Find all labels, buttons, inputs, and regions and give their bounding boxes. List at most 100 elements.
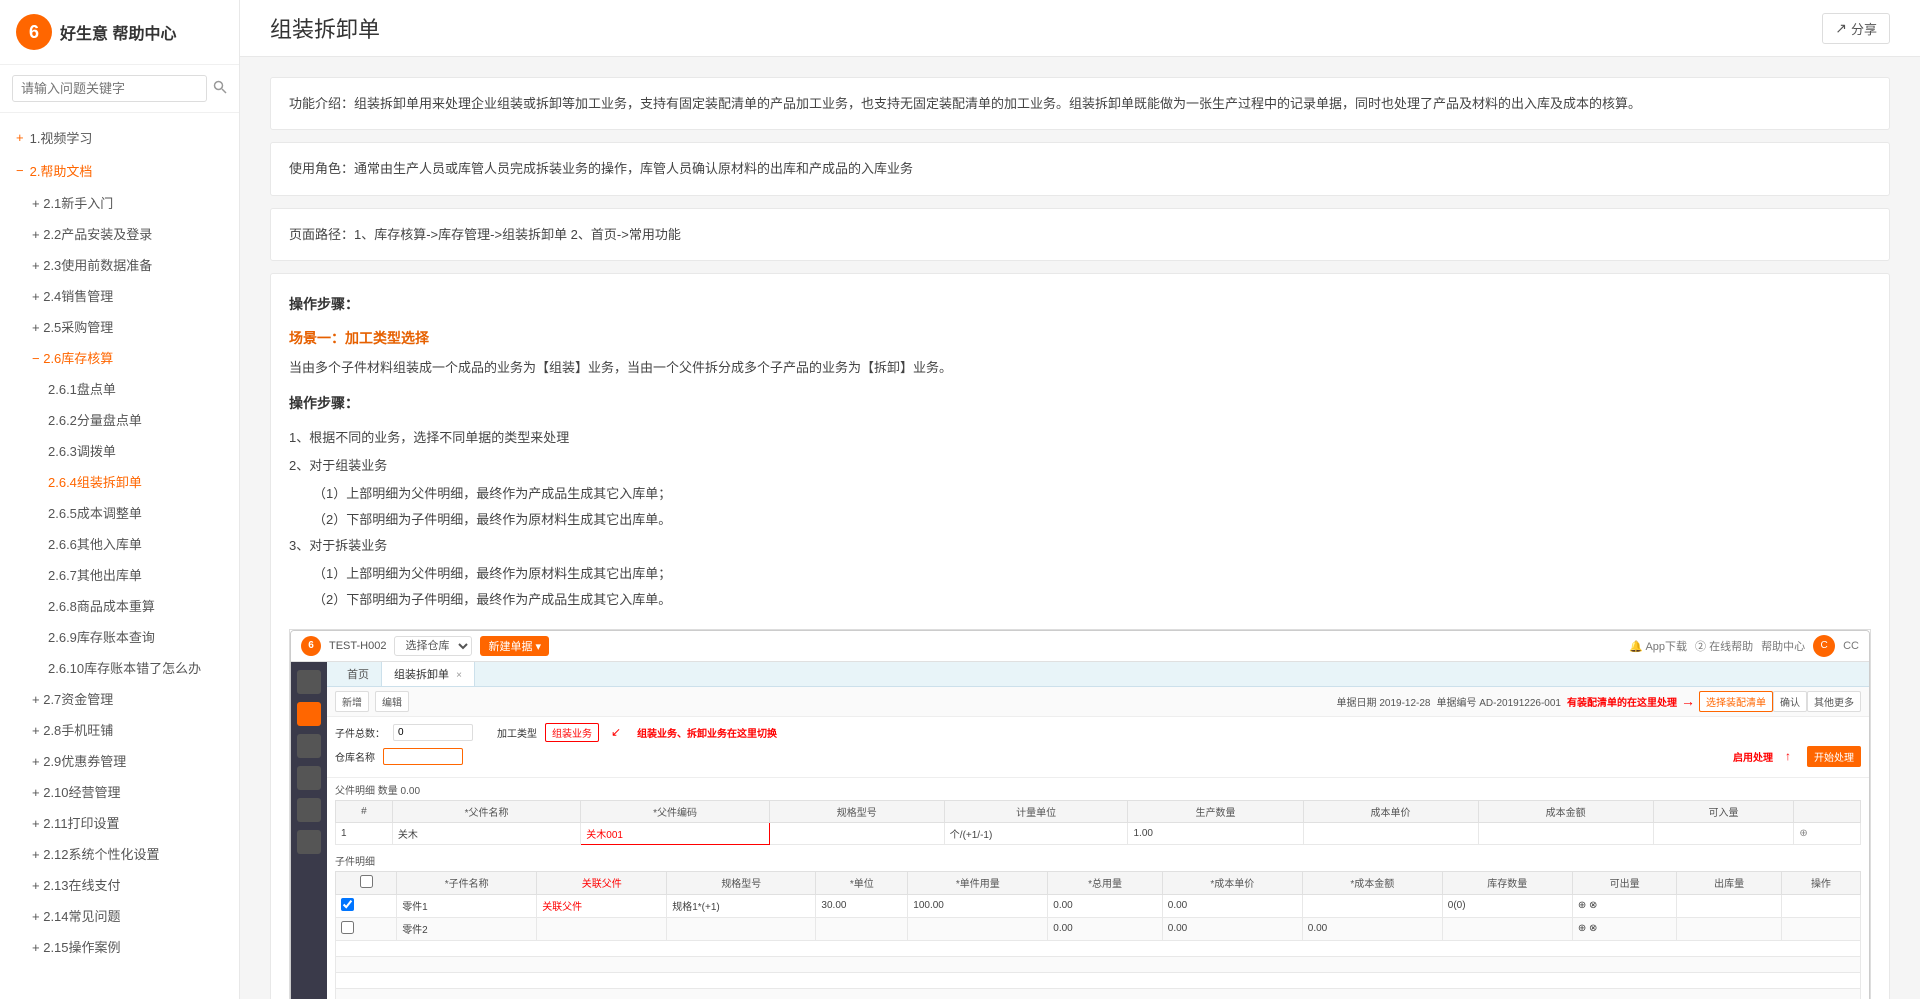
share-button[interactable]: ↗ 分享 — [1822, 13, 1890, 44]
sidebar-item-print[interactable]: + 2.11打印设置 — [0, 807, 239, 838]
erp-lower-out1 — [1677, 894, 1782, 917]
erp-upper-cell-spec — [769, 822, 944, 844]
erp-left-nav — [291, 662, 327, 999]
erp-col-goods: *父件名称 — [392, 800, 580, 822]
erp-lower-check2-input[interactable] — [341, 921, 354, 934]
erp-count-input[interactable] — [393, 724, 473, 741]
sidebar-item-online-pay[interactable]: + 2.13在线支付 — [0, 869, 239, 900]
sidebar-item-case[interactable]: + 2.15操作案例 — [0, 931, 239, 962]
erp-center-label: 帮助中心 — [1761, 638, 1805, 654]
sidebar-item-install[interactable]: + 2.2产品安装及登录 — [0, 218, 239, 249]
role-block: 使用角色：通常由生产人员或库管人员完成拆装业务的操作，库管人员确认原材料的出库和… — [270, 142, 1890, 195]
sidebar-item-stock-query[interactable]: 2.6.9库存账本查询 — [0, 621, 239, 652]
erp-annotation3: 启用处理 — [1733, 749, 1773, 764]
sidebar: 6 好生意 帮助中心 + 1.视频学习 − 2.帮助文档 + 2.1新手入门 — [0, 0, 240, 999]
erp-col-count-unit: 计量单位 — [944, 800, 1128, 822]
prefix-data-prep: + — [32, 258, 43, 273]
prefix-online-pay: + — [32, 878, 43, 893]
erp-lower-row3 — [336, 940, 1861, 956]
erp-new-btn[interactable]: 新建单据 ▾ — [480, 636, 549, 656]
erp-tab-assembly[interactable]: 组装拆卸单 × — [382, 662, 475, 686]
content-body: 操作步骤： 场景一：加工类型选择 当由多个子件材料组装成一个成品的业务为【组装】… — [270, 273, 1890, 999]
sidebar-item-coupon[interactable]: + 2.9优惠券管理 — [0, 745, 239, 776]
erp-lower-row5 — [336, 972, 1861, 988]
sidebar-item-faq[interactable]: + 2.14常见问题 — [0, 900, 239, 931]
erp-nav-icon-5[interactable] — [297, 798, 321, 822]
erp-nav-icon-3[interactable] — [297, 734, 321, 758]
erp-upper-cell-code: 关木001 — [581, 822, 769, 844]
erp-lower-amount1 — [1302, 894, 1442, 917]
share-icon: ↗ — [1835, 20, 1847, 37]
steps-label: 操作步骤： — [289, 393, 1871, 413]
sidebar-item-data-prep[interactable]: + 2.3使用前数据准备 — [0, 249, 239, 280]
erp-upper-cell-total — [1478, 822, 1653, 844]
erp-nav-icon-2[interactable] — [297, 702, 321, 726]
sidebar-item-sales[interactable]: + 2.4销售管理 — [0, 280, 239, 311]
erp-tab-close[interactable]: × — [456, 670, 462, 681]
erp-btn-more[interactable]: 其他更多 — [1807, 691, 1861, 712]
sidebar-item-mobile[interactable]: + 2.8手机旺铺 — [0, 714, 239, 745]
erp-lower-check1-input[interactable] — [341, 898, 354, 911]
sidebar-item-new-user[interactable]: + 2.1新手入门 — [0, 187, 239, 218]
step1: 1、根据不同的业务，选择不同单据的类型来处理 — [289, 425, 1871, 451]
erp-lower-qty1: 100.00 — [908, 894, 1048, 917]
sidebar-item-stock-error[interactable]: 2.6.10库存账本错了怎么办 — [0, 652, 239, 683]
erp-lower-check-all[interactable] — [360, 875, 373, 888]
sidebar-item-cost-recalc[interactable]: 2.6.8商品成本重算 — [0, 590, 239, 621]
erp-date-label: 单据日期 2019-12-28 — [1337, 694, 1431, 709]
search-input[interactable] — [12, 75, 207, 102]
erp-lower-total2: 0.00 — [1048, 917, 1163, 940]
erp-selector[interactable]: 选择仓库 — [394, 636, 472, 656]
erp-nav-icon-6[interactable] — [297, 830, 321, 854]
erp-upper-cell-avail — [1653, 822, 1794, 844]
erp-form-row2: 仓库名称 启用处理 ↑ 开始处理 — [335, 746, 1861, 767]
intro-text: 功能介绍：组装拆卸单用来处理企业组装或拆卸等加工业务，支持有固定装配清单的产品加… — [289, 96, 1641, 111]
erp-nav-icon-4[interactable] — [297, 766, 321, 790]
sidebar-item-ops[interactable]: + 2.10经营管理 — [0, 776, 239, 807]
sidebar-item-docs[interactable]: − 2.帮助文档 — [0, 154, 239, 187]
sidebar-item-cost-adj[interactable]: 2.6.5成本调整单 — [0, 497, 239, 528]
erp-btn-edit[interactable]: 编辑 — [375, 691, 409, 712]
sidebar-item-split-stocktake[interactable]: 2.6.2分量盘点单 — [0, 404, 239, 435]
erp-upper-cell-op[interactable]: ⊕ — [1794, 822, 1861, 844]
sidebar-item-other-in[interactable]: 2.6.6其他入库单 — [0, 528, 239, 559]
logo-icon: 6 — [16, 14, 52, 50]
prefix-personalize: + — [32, 847, 43, 862]
erp-tab-bar: 首页 组装拆卸单 × — [327, 662, 1869, 687]
erp-tab-home[interactable]: 首页 — [335, 662, 382, 686]
erp-lower-amount2: 0.00 — [1302, 917, 1442, 940]
sidebar-item-assembly[interactable]: 2.6.4组装拆卸单 — [0, 466, 239, 497]
step3-sub2: （2）下部明细为子件明细，最终作为产成品生成其它入库单。 — [289, 587, 1871, 613]
ops-title: 操作步骤： — [289, 294, 1871, 314]
sidebar-item-inventory[interactable]: − 2.6库存核算 — [0, 342, 239, 373]
sidebar-item-video[interactable]: + 1.视频学习 — [0, 121, 239, 154]
sidebar-item-purchase[interactable]: + 2.5采购管理 — [0, 311, 239, 342]
erp-arrow2: ↙ — [611, 725, 621, 739]
erp-lower-row4-empty — [336, 956, 1861, 972]
erp-btn-select[interactable]: 选择装配清单 — [1699, 691, 1773, 712]
search-button[interactable] — [213, 80, 227, 97]
sidebar-item-cash[interactable]: + 2.7资金管理 — [0, 683, 239, 714]
erp-type-field[interactable]: 组装业务 — [545, 723, 599, 742]
erp-logo: 6 — [301, 636, 321, 656]
erp-warehouse-input[interactable] — [383, 748, 463, 765]
erp-nav-icon-1[interactable] — [297, 670, 321, 694]
role-text: 使用角色：通常由生产人员或库管人员完成拆装业务的操作，库管人员确认原材料的出库和… — [289, 161, 913, 176]
scene1-title: 场景一：加工类型选择 — [289, 328, 1871, 348]
erp-form-count-label: 子件总数： — [335, 725, 385, 740]
sidebar-item-personalize[interactable]: + 2.12系统个性化设置 — [0, 838, 239, 869]
erp-annotation1: 有装配清单的在这里处理 — [1567, 694, 1677, 709]
erp-btn-add[interactable]: 新增 — [335, 691, 369, 712]
erp-btn-start[interactable]: 开始处理 — [1807, 746, 1861, 767]
erp-btn-confirm[interactable]: 确认 — [1773, 691, 1807, 712]
sidebar-item-stocktake[interactable]: 2.6.1盘点单 — [0, 373, 239, 404]
step2-sub1: （1）上部明细为父件明细，最终作为产成品生成其它入库单； — [289, 481, 1871, 507]
erp-lower-cost2: 0.00 — [1162, 917, 1302, 940]
erp-lower-avail1: ⊕ ⊗ — [1572, 894, 1677, 917]
erp-row-op-icon[interactable]: ⊕ — [1799, 828, 1807, 839]
erp-col-cost: 成本单价 — [1303, 800, 1478, 822]
prefix-sales: + — [32, 289, 43, 304]
sidebar-item-other-out[interactable]: 2.6.7其他出库单 — [0, 559, 239, 590]
sidebar-item-adjust[interactable]: 2.6.3调拨单 — [0, 435, 239, 466]
erp-topbar: 6 TEST-H002 选择仓库 新建单据 ▾ 🔔 App下载 ② 在线帮助 帮… — [291, 631, 1869, 662]
